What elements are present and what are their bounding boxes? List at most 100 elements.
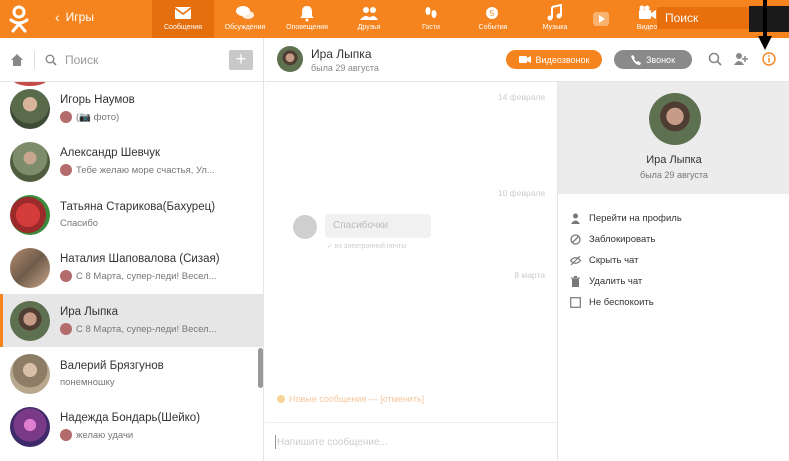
new-messages-dot-icon (277, 395, 285, 403)
action-label: Не беспокоить (589, 297, 654, 308)
message-area: 14 февраля 10 февраля Спасибочки ✓ из эл… (265, 82, 557, 461)
block-action[interactable]: Заблокировать (570, 229, 682, 250)
nav-label: События (478, 24, 508, 31)
video-camera-icon (639, 5, 656, 19)
nav-label: Друзья (357, 24, 381, 31)
nav-label: Гости (422, 24, 440, 31)
contact-name: Татьяна Старикова(Бахурец) (60, 200, 216, 213)
discussions-icon (236, 6, 254, 19)
chat-list-panel: Поиск + Игорь Наумов (📷 фото) Александр … (0, 38, 264, 461)
contact-name: Александр Шевчук (60, 147, 161, 159)
nav-label: Сообщения (164, 24, 202, 31)
chat-contact-name[interactable]: Ира Лыпка (311, 47, 372, 61)
back-label: Игры (65, 10, 94, 24)
main-nav: Сообщения Обсуждения Оповещения Друзья Г… (152, 0, 678, 38)
search-icon (45, 54, 57, 66)
contact-name: Наталия Шаповалова (Сизая) (60, 253, 220, 265)
user-icon (571, 213, 580, 224)
video-call-label: Видеозвонок (535, 54, 590, 65)
home-icon[interactable] (10, 53, 24, 67)
hide-chat-action[interactable]: Скрыть чат (570, 250, 682, 271)
last-message: С 8 Марта, супер-леди! Весел... (76, 323, 217, 335)
list-item[interactable]: Надежда Бондарь(Шейко) желаю удачи (0, 400, 264, 453)
date-separator: 8 марта (514, 270, 545, 280)
new-messages-notice: Новые сообщения — [отменить] (277, 394, 424, 404)
text-caret (275, 435, 276, 449)
hide-eye-icon (570, 255, 581, 266)
play-icon (593, 12, 609, 26)
message-input-bar: Напишите сообщение... (265, 422, 557, 461)
date-separator: 14 февраля (497, 92, 545, 102)
nav-music[interactable]: Музыка (524, 0, 586, 38)
list-item[interactable]: Александр Шевчук Тебе желаю море счастья… (0, 135, 264, 188)
nav-label: Музыка (542, 24, 568, 31)
chevron-left-icon: ‹ (55, 9, 60, 25)
avatar (10, 141, 50, 182)
new-chat-button[interactable]: + (229, 50, 253, 70)
nav-label: Оповещения (286, 24, 328, 31)
chat-list-scrollbar[interactable] (258, 348, 263, 388)
avatar (10, 406, 50, 447)
list-item[interactable]: Татьяна Старикова(Бахурец) Спасибо (0, 188, 264, 241)
chat-list-header: Поиск + (0, 38, 263, 82)
new-messages-text[interactable]: Новые сообщения — [отменить] (289, 394, 424, 404)
avatar (293, 215, 317, 239)
avatar (60, 111, 72, 123)
avatar[interactable] (649, 93, 701, 145)
info-panel-header: Ира Лыпка была 29 августа (558, 82, 789, 194)
avatar (60, 270, 72, 282)
nav-discussions[interactable]: Обсуждения (214, 0, 276, 38)
checkbox-icon[interactable] (570, 297, 581, 308)
avatar (10, 353, 50, 394)
envelope-icon (174, 7, 192, 19)
bell-icon (300, 6, 314, 22)
list-item[interactable]: Наталия Шаповалова (Сизая) С 8 Марта, су… (0, 241, 264, 294)
nav-friends[interactable]: Друзья (338, 0, 400, 38)
events-icon: 5 (486, 7, 498, 19)
nav-events[interactable]: 5 События (462, 0, 524, 38)
music-icon (547, 4, 562, 21)
footprints-icon (425, 7, 437, 18)
global-search-input[interactable]: Поиск (657, 7, 749, 29)
info-icon[interactable] (762, 52, 776, 66)
back-to-games-link[interactable]: ‹ Игры (55, 10, 94, 24)
do-not-disturb-action[interactable]: Не беспокоить (570, 292, 682, 313)
top-navigation-bar: ‹ Игры Сообщения Обсуждения Оповещения Д… (0, 0, 789, 38)
chat-contact-status: была 29 августа (311, 63, 379, 73)
last-message: понемношку (60, 376, 115, 388)
nav-guests[interactable]: Гости (400, 0, 462, 38)
list-item[interactable]: Ира Лыпка С 8 Марта, супер-леди! Весел..… (0, 294, 264, 347)
add-participant-icon[interactable] (734, 52, 748, 66)
video-camera-icon (518, 56, 531, 63)
list-item[interactable]: Валерий Брязгунов понемношку (0, 347, 264, 400)
chat-info-panel: Ира Лыпка была 29 августа Перейти на про… (557, 82, 789, 461)
avatar (60, 429, 72, 441)
chat-header: Ира Лыпка была 29 августа Видеозвонок Зв… (265, 38, 789, 82)
nav-messages[interactable]: Сообщения (152, 0, 214, 38)
nav-notifications[interactable]: Оповещения (276, 0, 338, 38)
go-to-profile-action[interactable]: Перейти на профиль (570, 208, 682, 229)
ok-logo-icon[interactable] (6, 5, 32, 33)
list-item[interactable]: Игорь Наумов (📷 фото) (0, 82, 264, 135)
block-icon (570, 234, 581, 245)
call-label: Звонок (645, 54, 676, 65)
delete-chat-action[interactable]: Удалить чат (570, 271, 682, 292)
nav-label: Видео (636, 24, 658, 31)
last-message: Тебе желаю море счастья, Ул... (76, 164, 215, 176)
info-contact-name[interactable]: Ира Лыпка (558, 154, 789, 166)
avatar (60, 164, 72, 176)
search-icon[interactable] (708, 52, 722, 66)
action-label: Скрыть чат (589, 255, 639, 266)
chat-search-input[interactable]: Поиск (65, 53, 98, 67)
friends-icon (360, 7, 378, 20)
contact-name: Валерий Брязгунов (60, 359, 164, 372)
call-button[interactable]: Звонок (614, 50, 692, 69)
divider (34, 50, 35, 69)
video-call-button[interactable]: Видеозвонок (506, 50, 602, 69)
last-message: (📷 фото) (76, 111, 120, 123)
nav-play[interactable] (586, 0, 616, 38)
message-input[interactable]: Напишите сообщение... (277, 437, 388, 448)
avatar (10, 194, 50, 235)
phone-icon (630, 54, 641, 65)
avatar[interactable] (277, 46, 303, 72)
